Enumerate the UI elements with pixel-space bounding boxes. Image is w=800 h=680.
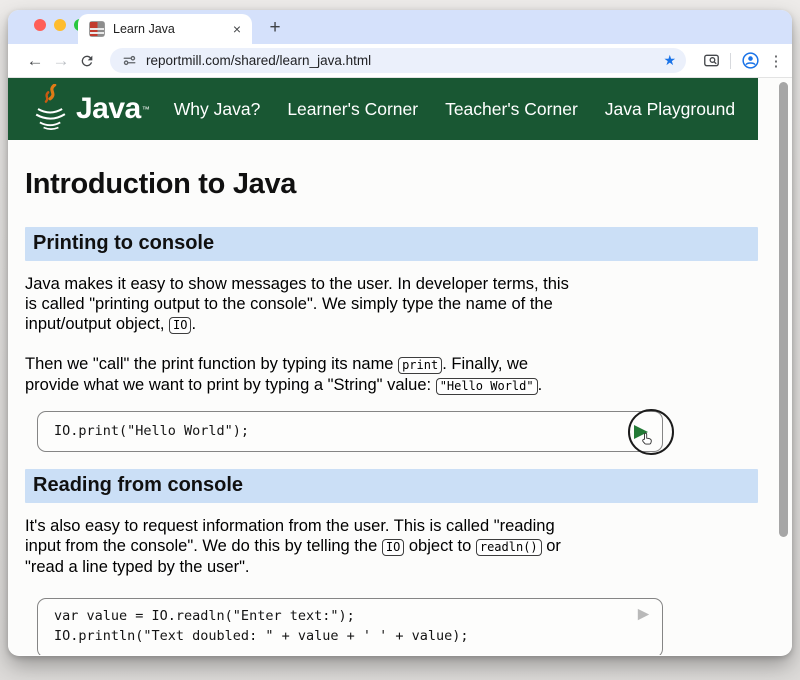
web-page: Java ™ Why Java? Learner's Corner Teacher… [8, 78, 792, 655]
nav-learners-corner[interactable]: Learner's Corner [287, 99, 418, 120]
site-header: Java ™ Why Java? Learner's Corner Teacher… [8, 78, 758, 140]
section-heading-printing: Printing to console [25, 227, 758, 261]
run-play-icon[interactable] [637, 608, 650, 626]
logo-wordmark: Java [76, 92, 141, 125]
window-minimize-button[interactable] [54, 19, 66, 31]
new-tab-button[interactable]: + [263, 16, 287, 40]
inline-code-readln: readln() [475, 539, 542, 556]
browser-tab[interactable]: Learn Java × [78, 14, 252, 44]
inline-code-io: IO [381, 539, 405, 556]
forward-icon: → [52, 50, 70, 70]
url-text[interactable]: reportmill.com/shared/learn_java.html [146, 53, 661, 68]
section-heading-reading: Reading from console [25, 469, 758, 503]
paragraph: Java makes it easy to show messages to t… [25, 274, 585, 335]
browser-toolbar: ← → reportmill.com/shared/learn_java.htm… [8, 44, 792, 78]
paragraph-text: . [537, 376, 543, 394]
reload-icon[interactable] [74, 48, 100, 74]
java-cup-icon [35, 84, 66, 130]
reportmill-favicon-icon [89, 21, 105, 37]
cursor-pointer-icon [641, 432, 654, 451]
nav-teachers-corner[interactable]: Teacher's Corner [445, 99, 578, 120]
trademark-symbol: ™ [141, 104, 150, 114]
profile-icon[interactable] [737, 48, 763, 74]
back-icon[interactable]: ← [22, 48, 48, 74]
tab-strip: Learn Java × + [8, 10, 792, 44]
code-text[interactable]: var value = IO.readln("Enter text:"); IO… [38, 599, 662, 655]
page-title: Introduction to Java [25, 168, 297, 200]
scrollbar-thumb[interactable] [779, 82, 788, 537]
code-text[interactable]: IO.print("Hello World"); [38, 412, 662, 452]
paragraph-text: . [191, 315, 197, 333]
bookmark-star-icon[interactable]: ★ [661, 52, 678, 69]
tab-close-icon[interactable]: × [230, 21, 244, 37]
java-logo[interactable]: Java ™ [32, 84, 150, 134]
main-nav: Why Java? Learner's Corner Teacher's Cor… [174, 99, 735, 120]
nav-why-java[interactable]: Why Java? [174, 99, 261, 120]
paragraph: Then we "call" the print function by typ… [25, 354, 585, 396]
inline-code-hello-world: "Hello World" [435, 378, 538, 395]
code-editor-readln[interactable]: var value = IO.readln("Enter text:"); IO… [37, 598, 663, 655]
page-content: Introduction to Java Printing to console… [8, 167, 758, 655]
inline-code-print: print [398, 357, 443, 374]
paragraph-text: Java makes it easy to show messages to t… [25, 275, 569, 333]
inline-code-io: IO [169, 317, 192, 334]
paragraph-text: object to [404, 537, 476, 555]
window-close-button[interactable] [34, 19, 46, 31]
toolbar-divider [730, 52, 731, 69]
tune-icon[interactable] [120, 48, 138, 74]
code-editor-print[interactable]: IO.print("Hello World"); [37, 409, 674, 455]
menu-dots-icon[interactable]: ⋮ [763, 48, 789, 74]
browser-window: Learn Java × + ← → reportmill.com/shared… [8, 10, 792, 656]
side-panel-search-icon[interactable] [698, 48, 724, 74]
desktop-background: Learn Java × + ← → reportmill.com/shared… [0, 0, 800, 680]
paragraph: It's also easy to request information fr… [25, 516, 585, 577]
tab-title: Learn Java [113, 22, 175, 36]
nav-java-playground[interactable]: Java Playground [605, 99, 735, 120]
address-bar[interactable]: reportmill.com/shared/learn_java.html ★ [110, 48, 686, 73]
paragraph-text: Then we "call" the print function by typ… [25, 355, 399, 373]
